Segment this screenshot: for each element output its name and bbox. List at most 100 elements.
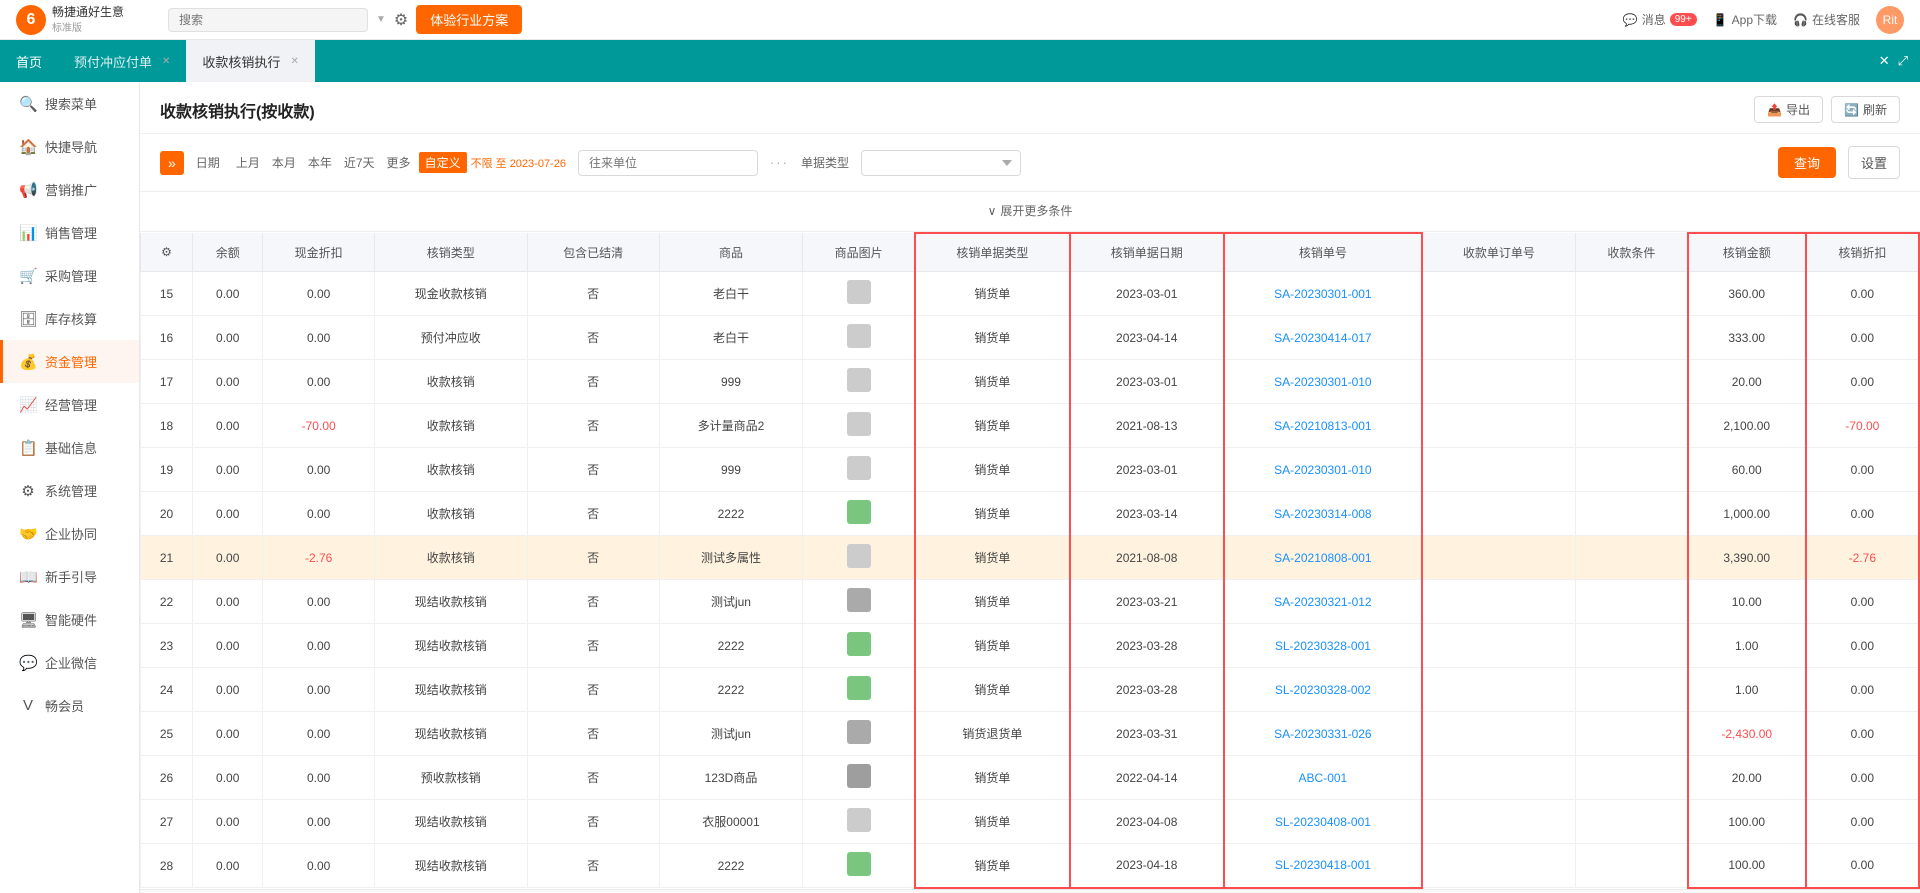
sidebar-item-member[interactable]: V 畅会员 (0, 684, 139, 727)
table-row: 0.00 (263, 800, 375, 844)
bill-no-link[interactable]: SL-20230328-001 (1275, 639, 1371, 653)
col-header-receipt-condition: 收款条件 (1575, 233, 1687, 272)
table-row: 0.00 (1806, 580, 1919, 624)
tab-writeoff-label: 收款核销执行 (202, 52, 280, 71)
table-row (1575, 536, 1687, 580)
export-icon: 📤 (1767, 103, 1782, 117)
bill-type-select[interactable] (861, 150, 1021, 176)
date-btn-7days[interactable]: 近7天 (340, 152, 379, 173)
tab-writeoff-close-icon[interactable]: ✕ (290, 56, 298, 67)
date-btn-custom[interactable]: 自定义 (419, 152, 467, 173)
table-row (803, 624, 915, 668)
bill-no-link[interactable]: SA-20230301-010 (1274, 375, 1371, 389)
guide-icon: 📖 (19, 568, 37, 586)
date-btn-more[interactable]: 更多 (383, 152, 415, 173)
table-row: 否 (527, 316, 659, 360)
table-row: 否 (527, 272, 659, 316)
table-row: -70.00 (1806, 404, 1919, 448)
sales-icon: 📊 (19, 224, 37, 242)
bill-no-link[interactable]: SA-20230331-026 (1274, 727, 1371, 741)
table-row: 16 (141, 316, 193, 360)
bill-no-link[interactable]: SA-20230301-001 (1274, 287, 1371, 301)
notifications[interactable]: 💬 消息 99+ (1623, 11, 1697, 28)
expand-more-button[interactable]: ∨ 展开更多条件 (980, 198, 1081, 223)
col-header-goods-img: 商品图片 (803, 233, 915, 272)
app-download[interactable]: 📱 App下载 (1713, 11, 1777, 28)
search-area: ▼ ⚙ 体验行业方案 (168, 5, 1611, 34)
bill-no-link[interactable]: SL-20230328-002 (1275, 683, 1371, 697)
solution-button[interactable]: 体验行业方案 (416, 5, 522, 34)
sidebar-item-wechat[interactable]: 💬 企业微信 (0, 641, 139, 684)
sidebar-item-inventory[interactable]: 🗄 库存核算 (0, 297, 139, 340)
table-row (1422, 624, 1576, 668)
export-button[interactable]: 📤 导出 (1754, 96, 1823, 123)
table-row (803, 404, 915, 448)
bill-no-link[interactable]: SA-20230301-010 (1274, 463, 1371, 477)
bill-no-link[interactable]: SA-20230321-012 (1274, 595, 1371, 609)
table-row (803, 756, 915, 800)
table-row (1422, 580, 1576, 624)
bill-no-link[interactable]: SL-20230408-001 (1275, 815, 1371, 829)
date-btn-thismonth[interactable]: 本月 (268, 152, 300, 173)
bill-no-link[interactable]: SA-20210813-001 (1274, 419, 1371, 433)
col-header-settings[interactable]: ⚙ (141, 233, 193, 272)
sidebar-item-quicknav[interactable]: 🏠 快捷导航 (0, 125, 139, 168)
filter-expand-button[interactable]: » (160, 151, 184, 175)
search-input[interactable] (168, 8, 368, 32)
sidebar-item-sales[interactable]: 📊 销售管理 (0, 211, 139, 254)
col-header-bill-report-type: 核销单据类型 (915, 233, 1069, 272)
bill-no-link[interactable]: ABC-001 (1299, 771, 1348, 785)
gear-button[interactable]: ⚙ (394, 10, 408, 30)
sidebar-label-marketing: 营销推广 (45, 180, 97, 199)
online-service[interactable]: 🎧 在线客服 (1793, 11, 1860, 28)
sidebar-item-finance[interactable]: 💰 资金管理 (0, 340, 139, 383)
sidebar-item-marketing[interactable]: 📢 营销推广 (0, 168, 139, 211)
table-row (1422, 712, 1576, 756)
main-layout: 🔍 搜索菜单 🏠 快捷导航 📢 营销推广 📊 销售管理 🛒 采购管理 🗄 库存核… (0, 82, 1920, 893)
sidebar-item-search[interactable]: 🔍 搜索菜单 (0, 82, 139, 125)
table-row: SL-20230328-001 (1224, 624, 1422, 668)
avatar[interactable]: Rit (1876, 6, 1904, 34)
table-row: 20.00 (1688, 360, 1806, 404)
query-button[interactable]: 查询 (1778, 147, 1836, 178)
partner-filter-input[interactable] (578, 150, 758, 176)
sidebar-item-system[interactable]: ⚙ 系统管理 (0, 469, 139, 512)
bill-no-link[interactable]: SA-20230314-008 (1274, 507, 1371, 521)
refresh-button[interactable]: 🔄 刷新 (1831, 96, 1900, 123)
sidebar-item-hardware[interactable]: 🖥 智能硬件 (0, 598, 139, 641)
sidebar-item-operations[interactable]: 📈 经营管理 (0, 383, 139, 426)
sidebar-item-guide[interactable]: 📖 新手引导 (0, 555, 139, 598)
tab-prepay-close-icon[interactable]: ✕ (162, 56, 170, 67)
tab-writeoff[interactable]: 收款核销执行 ✕ (186, 40, 314, 82)
date-btn-thisyear[interactable]: 本年 (304, 152, 336, 173)
tab-prepay[interactable]: 预付冲应付单 ✕ (58, 40, 186, 82)
bill-no-link[interactable]: SA-20230414-017 (1274, 331, 1371, 345)
table-row: 否 (527, 668, 659, 712)
bill-no-link[interactable]: SA-20210808-001 (1274, 551, 1371, 565)
table-row (1575, 580, 1687, 624)
settings-button[interactable]: 设置 (1848, 146, 1900, 179)
sidebar-item-basicinfo[interactable]: 📋 基础信息 (0, 426, 139, 469)
table-row: 20 (141, 492, 193, 536)
dropdown-arrow-icon: ▼ (376, 14, 386, 25)
table-row: SA-20230314-008 (1224, 492, 1422, 536)
table-row (803, 492, 915, 536)
sidebar-label-purchase: 采购管理 (45, 266, 97, 285)
tab-home-label: 首页 (16, 52, 42, 71)
table-row (803, 800, 915, 844)
date-btn-lastmonth[interactable]: 上月 (232, 152, 264, 173)
bill-type-label: 单据类型 (801, 154, 849, 171)
table-row (1575, 272, 1687, 316)
close-window-icon[interactable]: ✕ (1879, 53, 1890, 69)
table-row: 2023-04-08 (1070, 800, 1224, 844)
sidebar-item-collab[interactable]: 🤝 企业协同 (0, 512, 139, 555)
bill-no-link[interactable]: SL-20230418-001 (1275, 858, 1371, 872)
sidebar-label-system: 系统管理 (45, 481, 97, 500)
sidebar-item-purchase[interactable]: 🛒 采购管理 (0, 254, 139, 297)
table-row: 现结收款核销 (374, 580, 527, 624)
table-row (1422, 360, 1576, 404)
expand-window-icon[interactable]: ⤢ (1898, 53, 1908, 69)
table-row: 销货退货单 (915, 712, 1069, 756)
operations-icon: 📈 (19, 396, 37, 414)
tab-home[interactable]: 首页 (0, 40, 58, 82)
